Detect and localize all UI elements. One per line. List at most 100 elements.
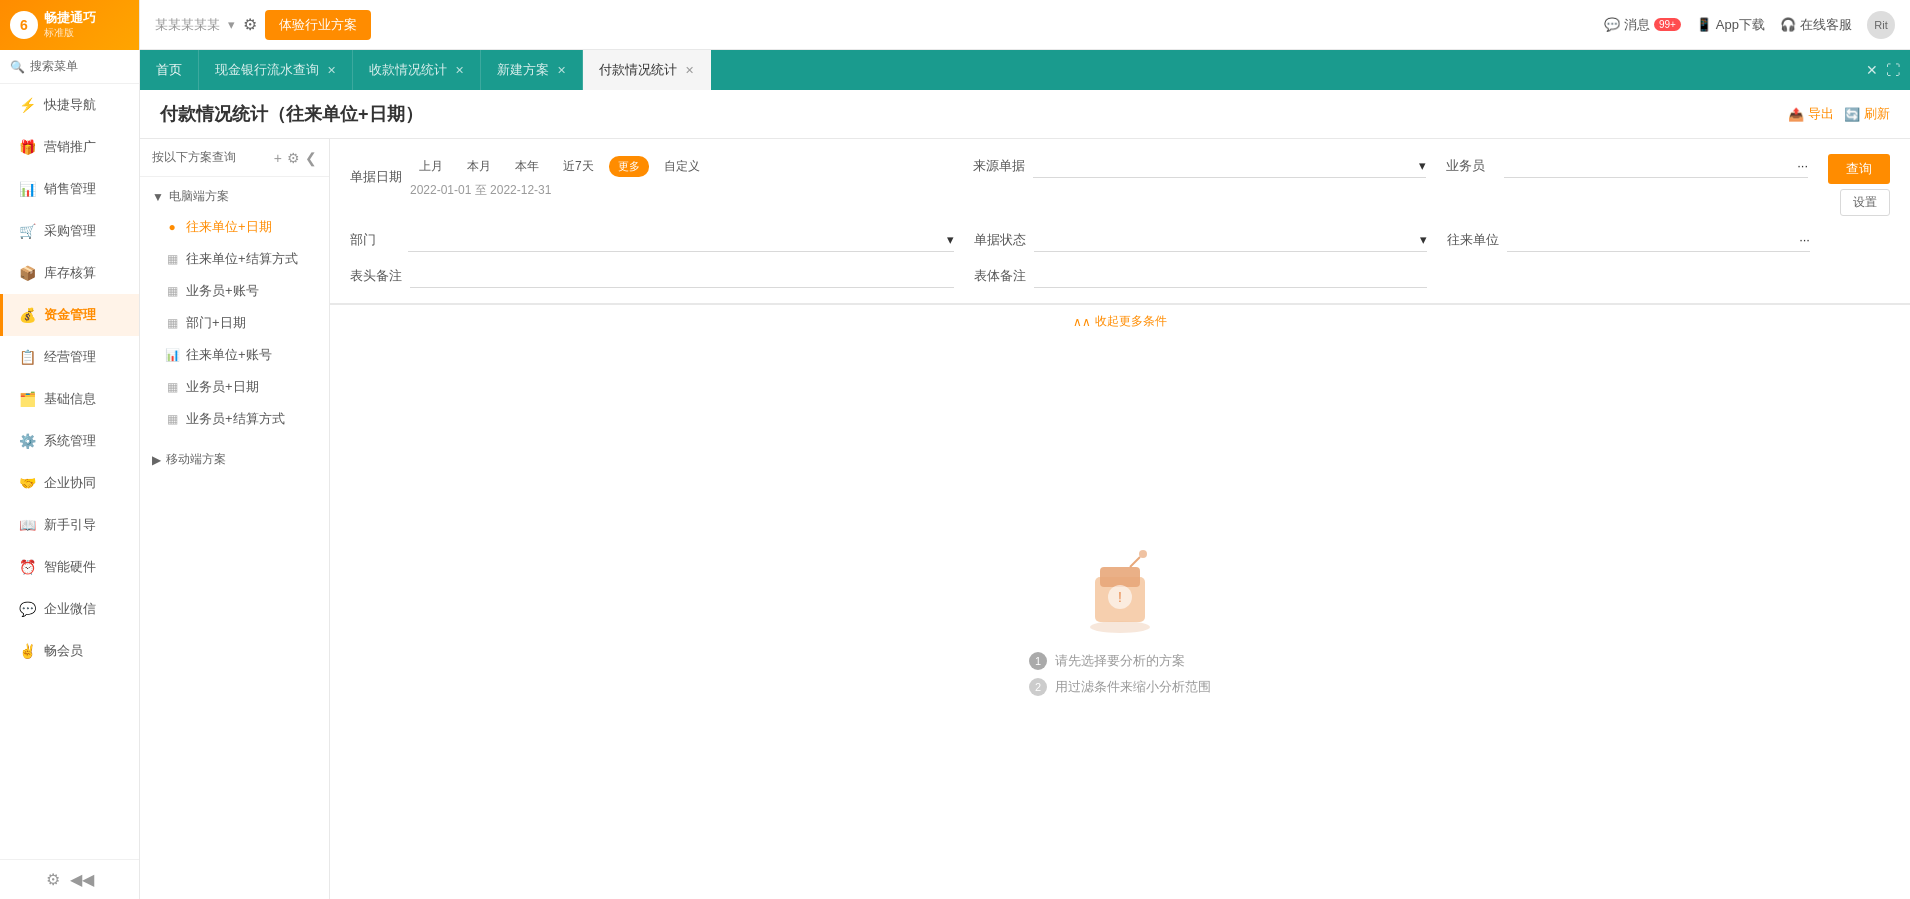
sidebar-item-basic[interactable]: 🗂️ 基础信息 <box>0 378 139 420</box>
schema-item-salesman-account[interactable]: ▦ 业务员+账号 <box>140 275 329 307</box>
export-btn[interactable]: 📤 导出 <box>1788 105 1834 123</box>
sidebar-item-purchase[interactable]: 🛒 采购管理 <box>0 210 139 252</box>
fullscreen-icon[interactable]: ⛶ <box>1886 62 1900 78</box>
sidebar-item-guide[interactable]: 📖 新手引导 <box>0 504 139 546</box>
sidebar-item-system[interactable]: ⚙️ 系统管理 <box>0 420 139 462</box>
counterpart-label: 往来单位 <box>1447 231 1499 249</box>
tab-payment-close-icon[interactable]: ✕ <box>685 64 694 77</box>
query-btn[interactable]: 查询 <box>1828 154 1890 184</box>
counterpart-field: 往来单位 ··· <box>1447 228 1810 252</box>
topbar-gear-icon[interactable]: ⚙ <box>243 15 257 34</box>
left-panel-header: 按以下方案查询 + ⚙ ❮ <box>140 139 329 177</box>
schema-item-counterpart-settle[interactable]: ▦ 往来单位+结算方式 <box>140 243 329 275</box>
enterprise-icon: 🤝 <box>18 475 36 491</box>
sidebar-item-sales[interactable]: 📊 销售管理 <box>0 168 139 210</box>
mobile-schema-title[interactable]: ▶ 移动端方案 <box>140 445 329 474</box>
sidebar-item-capital[interactable]: 💰 资金管理 <box>0 294 139 336</box>
system-icon: ⚙️ <box>18 433 36 449</box>
bill-status-dropdown-icon: ▾ <box>1420 232 1427 247</box>
topbar-right: 💬 消息 99+ 📱 App下载 🎧 在线客服 Rit <box>1604 11 1895 39</box>
sidebar-item-operation[interactable]: 📋 经营管理 <box>0 336 139 378</box>
search-menu-label: 搜索菜单 <box>30 58 78 75</box>
filter-row-3: 表头备注 表体备注 <box>350 264 1890 288</box>
sidebar-item-marketing[interactable]: 🎁 营销推广 <box>0 126 139 168</box>
header-note-field: 表头备注 <box>350 264 954 288</box>
counterpart-select[interactable]: ··· <box>1507 228 1810 252</box>
sidebar-nav: ⚡ 快捷导航 🎁 营销推广 📊 销售管理 🛒 采购管理 📦 库存核算 💰 资金管… <box>0 84 139 859</box>
schema-item-label: 往来单位+结算方式 <box>186 250 298 268</box>
refresh-btn[interactable]: 🔄 刷新 <box>1844 105 1890 123</box>
date-this-month[interactable]: 本月 <box>458 154 500 179</box>
collapse-more-btn[interactable]: ∧∧ 收起更多条件 <box>330 304 1910 338</box>
collapse-sidebar-icon[interactable]: ◀◀ <box>70 870 94 889</box>
schema-item-dept-date[interactable]: ▦ 部门+日期 <box>140 307 329 339</box>
messages-item[interactable]: 💬 消息 99+ <box>1604 16 1681 34</box>
desktop-schema-label: 电脑端方案 <box>169 188 229 205</box>
sidebar-item-hardware[interactable]: ⏰ 智能硬件 <box>0 546 139 588</box>
sidebar-item-inventory[interactable]: 📦 库存核算 <box>0 252 139 294</box>
sidebar-item-enterprise[interactable]: 🤝 企业协同 <box>0 462 139 504</box>
trial-btn[interactable]: 体验行业方案 <box>265 10 371 40</box>
tab-bank[interactable]: 现金银行流水查询 ✕ <box>199 50 353 90</box>
header-note-input[interactable] <box>410 264 954 288</box>
date-last-7days[interactable]: 近7天 <box>554 154 603 179</box>
svg-rect-2 <box>1100 567 1140 587</box>
sidebar-item-wechat[interactable]: 💬 企业微信 <box>0 588 139 630</box>
chevron-up-icon: ∧∧ <box>1073 315 1091 329</box>
schema-table-icon4: ▦ <box>164 380 180 394</box>
close-all-tabs-icon[interactable]: ✕ <box>1866 62 1878 78</box>
date-custom[interactable]: 自定义 <box>655 154 709 179</box>
schema-item-salesman-date[interactable]: ▦ 业务员+日期 <box>140 371 329 403</box>
settings-bottom-icon[interactable]: ⚙ <box>46 870 60 889</box>
date-last-month[interactable]: 上月 <box>410 154 452 179</box>
tab-home[interactable]: 首页 <box>140 50 199 90</box>
schema-gear-icon[interactable]: ⚙ <box>287 150 300 166</box>
desktop-schema-group-title[interactable]: ▼ 电脑端方案 <box>140 182 329 211</box>
user-avatar[interactable]: Rit <box>1867 11 1895 39</box>
purchase-icon: 🛒 <box>18 223 36 239</box>
sidebar-item-label: 基础信息 <box>44 390 96 408</box>
search-menu-item[interactable]: 🔍 搜索菜单 <box>0 50 139 84</box>
export-label: 导出 <box>1808 105 1834 123</box>
sidebar-bottom: ⚙ ◀◀ <box>0 859 139 899</box>
salesman-select[interactable]: ··· <box>1504 154 1808 178</box>
left-panel-header-right: + ⚙ ❮ <box>274 150 317 166</box>
company-dropdown-icon[interactable]: ▾ <box>228 17 235 32</box>
tab-payment-stats[interactable]: 付款情况统计 ✕ <box>583 50 711 90</box>
body-note-input[interactable] <box>1034 264 1427 288</box>
guide-icon: 📖 <box>18 517 36 533</box>
tab-receipt-close-icon[interactable]: ✕ <box>455 64 464 77</box>
chevron-right-icon: ▶ <box>152 453 161 467</box>
message-icon: 💬 <box>1604 17 1620 32</box>
tab-home-label: 首页 <box>156 61 182 79</box>
settings-btn[interactable]: 设置 <box>1840 189 1890 216</box>
empty-tip-2: 2 用过滤条件来缩小分析范围 <box>1029 678 1211 696</box>
date-more-btn[interactable]: 更多 <box>609 156 649 177</box>
source-bill-select[interactable]: ▾ <box>1033 154 1426 178</box>
schema-chart-icon: 📊 <box>164 348 180 362</box>
tab-new-plan-close-icon[interactable]: ✕ <box>557 64 566 77</box>
add-schema-icon[interactable]: + <box>274 150 282 166</box>
dept-select[interactable]: ▾ <box>408 228 954 252</box>
date-filter-buttons: 上月 本月 本年 近7天 更多 自定义 <box>410 154 953 179</box>
tab-bank-close-icon[interactable]: ✕ <box>327 64 336 77</box>
date-this-year[interactable]: 本年 <box>506 154 548 179</box>
tab-new-plan[interactable]: 新建方案 ✕ <box>481 50 583 90</box>
panel-collapse-icon[interactable]: ❮ <box>305 150 317 166</box>
sidebar-item-member[interactable]: ✌ 畅会员 <box>0 630 139 672</box>
schema-item-salesman-settle[interactable]: ▦ 业务员+结算方式 <box>140 403 329 435</box>
dept-field: 部门 ▾ <box>350 228 954 252</box>
mobile-schema-label: 移动端方案 <box>166 451 226 468</box>
schema-item-counterpart-date[interactable]: ● 往来单位+日期 <box>140 211 329 243</box>
app-download-item[interactable]: 📱 App下载 <box>1696 16 1765 34</box>
schema-item-counterpart-account[interactable]: 📊 往来单位+账号 <box>140 339 329 371</box>
schema-table-icon3: ▦ <box>164 316 180 330</box>
customer-service-item[interactable]: 🎧 在线客服 <box>1780 16 1852 34</box>
tab-receipt-stats[interactable]: 收款情况统计 ✕ <box>353 50 481 90</box>
dept-label: 部门 <box>350 231 400 249</box>
sidebar-item-shortcut[interactable]: ⚡ 快捷导航 <box>0 84 139 126</box>
filter-actions: 查询 设置 <box>1828 154 1890 216</box>
bill-status-select[interactable]: ▾ <box>1034 228 1427 252</box>
svg-point-6 <box>1139 550 1147 558</box>
customer-service-label: 在线客服 <box>1800 16 1852 34</box>
